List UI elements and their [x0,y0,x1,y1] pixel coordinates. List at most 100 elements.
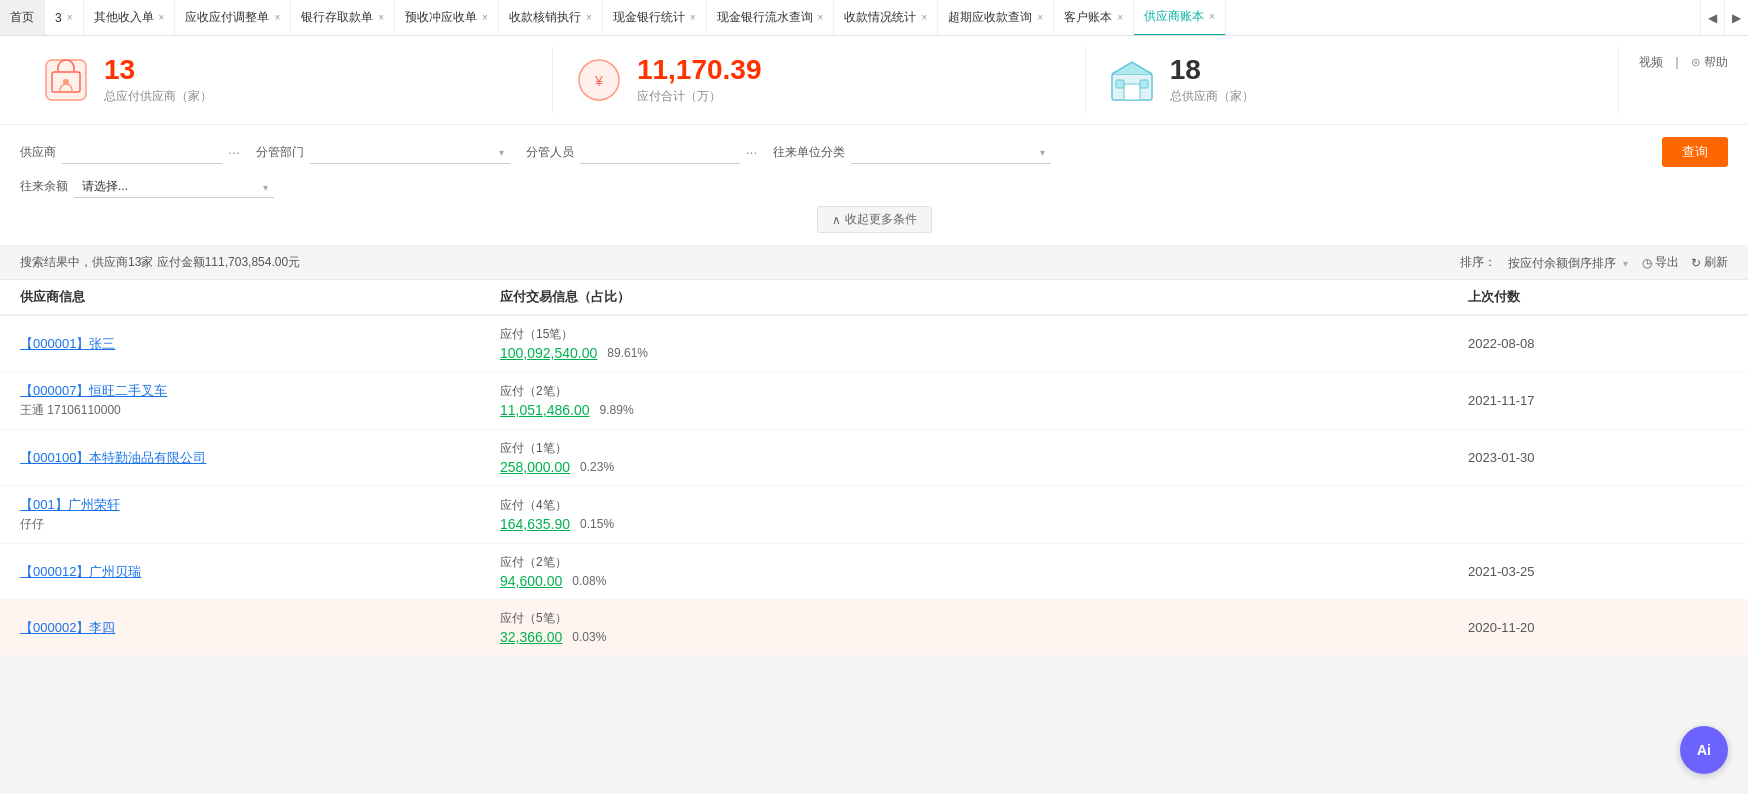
nav-customer-book[interactable]: 客户账本 × [1054,0,1134,36]
filter-balance: 往来余额 请选择... [20,175,274,198]
amount-info-col: 应付（5笔） 32,366.00 0.03% [500,610,1468,645]
amount-desc: 应付（5笔） [500,610,1468,627]
filter-row-2: 往来余额 请选择... [20,175,1728,198]
close-icon[interactable]: × [1117,12,1123,23]
sort-select-wrap: 按应付余额倒序排序 [1508,256,1630,270]
supplier-info-col: 【000012】广州贝瑞 [20,563,500,581]
amount-row: 100,092,540.00 89.61% [500,345,1468,361]
svg-rect-6 [1124,84,1140,100]
table-row: 【000001】张三 应付（15笔） 100,092,540.00 89.61%… [0,316,1748,372]
nav-3[interactable]: 3 × [45,0,84,36]
supplier-name-link[interactable]: 【000001】张三 [20,335,500,353]
summary-card-amount: ¥ 11,170.39 应付合计（万） [553,46,1086,114]
person-more-icon[interactable]: ··· [746,144,758,160]
table-row: 【001】广州荣轩 仔仔 应付（4笔） 164,635.90 0.15% [0,486,1748,544]
amount-desc: 应付（1笔） [500,440,1468,457]
nav-adjust[interactable]: 应收应付调整单 × [175,0,291,36]
filter-category: 往来单位分类 [773,141,1051,164]
balance-select[interactable]: 请选择... [74,175,274,198]
table-row: 【000007】恒旺二手叉车 王通 17106110000 应付（2笔） 11,… [0,372,1748,430]
close-icon[interactable]: × [1037,12,1043,23]
store-icon [1106,54,1158,106]
close-icon[interactable]: × [159,12,165,23]
close-icon[interactable]: × [586,12,592,23]
nav-right-arrow[interactable]: ▶ [1724,0,1748,36]
summary-info-total: 18 总供应商（家） [1170,55,1254,105]
close-icon[interactable]: × [921,12,927,23]
close-icon[interactable]: × [818,12,824,23]
nav-arrows: ◀ ▶ [1700,0,1748,36]
supplier-name-link[interactable]: 【000007】恒旺二手叉车 [20,382,500,400]
amount-pct: 89.61% [607,346,648,360]
col-header-trans: 应付交易信息（占比） [500,288,1468,306]
nav-cash-stat[interactable]: 现金银行统计 × [603,0,707,36]
close-icon[interactable]: × [690,12,696,23]
supplier-name-link[interactable]: 【001】广州荣轩 [20,496,500,514]
close-icon[interactable]: × [482,12,488,23]
supplier-sub: 王通 17106110000 [20,402,500,419]
top-right-links: 视频 ｜ ⊙ 帮助 [1619,46,1728,71]
last-pay-date: 2020-11-20 [1468,620,1728,635]
dept-select[interactable] [310,141,510,164]
amount-pct: 9.89% [600,403,634,417]
amount-info-col: 应付（4笔） 164,635.90 0.15% [500,497,1468,532]
supplier-name-link[interactable]: 【000012】广州贝瑞 [20,563,500,581]
supplier-more-icon[interactable]: ··· [228,144,240,160]
table-row: 【000100】本特勤油品有限公司 应付（1笔） 258,000.00 0.23… [0,430,1748,486]
close-icon[interactable]: × [67,12,73,23]
category-select[interactable] [851,141,1051,164]
amount-value[interactable]: 100,092,540.00 [500,345,597,361]
supplier-info-col: 【000100】本特勤油品有限公司 [20,449,500,467]
sort-select[interactable]: 按应付余额倒序排序 [1508,256,1630,270]
collapse-chevron-icon: ∧ [832,213,841,227]
nav-advance[interactable]: 预收冲应收单 × [395,0,499,36]
export-link[interactable]: ◷ 导出 [1642,254,1679,271]
help-link[interactable]: ⊙ 帮助 [1691,54,1728,71]
amount-desc: 应付（4笔） [500,497,1468,514]
filter-row-1: 供应商 ··· 分管部门 分管人员 ··· 往来单位分类 查询 [20,137,1728,167]
amount-value[interactable]: 258,000.00 [500,459,570,475]
close-icon[interactable]: × [378,12,384,23]
nav-receipt[interactable]: 收款核销执行 × [499,0,603,36]
nav-other-income[interactable]: 其他收入单 × [84,0,176,36]
nav-cash-flow[interactable]: 现金银行流水查询 × [707,0,835,36]
amount-desc: 应付（2笔） [500,383,1468,400]
person-input[interactable] [580,141,740,164]
nav-left-arrow[interactable]: ◀ [1700,0,1724,36]
amount-info-col: 应付（2笔） 11,051,486.00 9.89% [500,383,1468,418]
svg-text:¥: ¥ [594,73,603,89]
amount-value[interactable]: 11,051,486.00 [500,402,590,418]
refresh-link[interactable]: ↻ 刷新 [1691,254,1728,271]
amount-value[interactable]: 164,635.90 [500,516,570,532]
nav-home[interactable]: 首页 [0,0,45,36]
nav-supplier-book[interactable]: 供应商账本 × [1134,0,1226,36]
supplier-name-link[interactable]: 【000002】李四 [20,619,500,637]
filter-section: 供应商 ··· 分管部门 分管人员 ··· 往来单位分类 查询 [0,125,1748,246]
amount-row: 258,000.00 0.23% [500,459,1468,475]
supplier-input[interactable] [62,141,222,164]
category-filter-label: 往来单位分类 [773,144,845,161]
collapse-button[interactable]: ∧ 收起更多条件 [817,206,932,233]
amount-value[interactable]: 32,366.00 [500,629,562,645]
amount-icon: ¥ [573,54,625,106]
table-row: 【000012】广州贝瑞 应付（2笔） 94,600.00 0.08% 2021… [0,544,1748,600]
summary-label-total: 总供应商（家） [1170,88,1254,105]
amount-pct: 0.15% [580,517,614,531]
filter-person: 分管人员 ··· [526,141,758,164]
filter-dept: 分管部门 [256,141,510,164]
amount-value[interactable]: 94,600.00 [500,573,562,589]
amount-info-col: 应付（15笔） 100,092,540.00 89.61% [500,326,1468,361]
nav-receipt-stat[interactable]: 收款情况统计 × [834,0,938,36]
last-pay-date: 2021-03-25 [1468,564,1728,579]
close-icon[interactable]: × [274,12,280,23]
nav-bank-deposit[interactable]: 银行存取款单 × [291,0,395,36]
filter-supplier: 供应商 ··· [20,141,240,164]
nav-overdue[interactable]: 超期应收款查询 × [938,0,1054,36]
amount-desc: 应付（15笔） [500,326,1468,343]
amount-info-col: 应付（1笔） 258,000.00 0.23% [500,440,1468,475]
close-icon[interactable]: × [1209,11,1215,22]
query-button[interactable]: 查询 [1662,137,1728,167]
video-link[interactable]: 视频 [1639,54,1663,71]
sort-label: 排序： [1460,254,1496,271]
supplier-name-link[interactable]: 【000100】本特勤油品有限公司 [20,449,500,467]
